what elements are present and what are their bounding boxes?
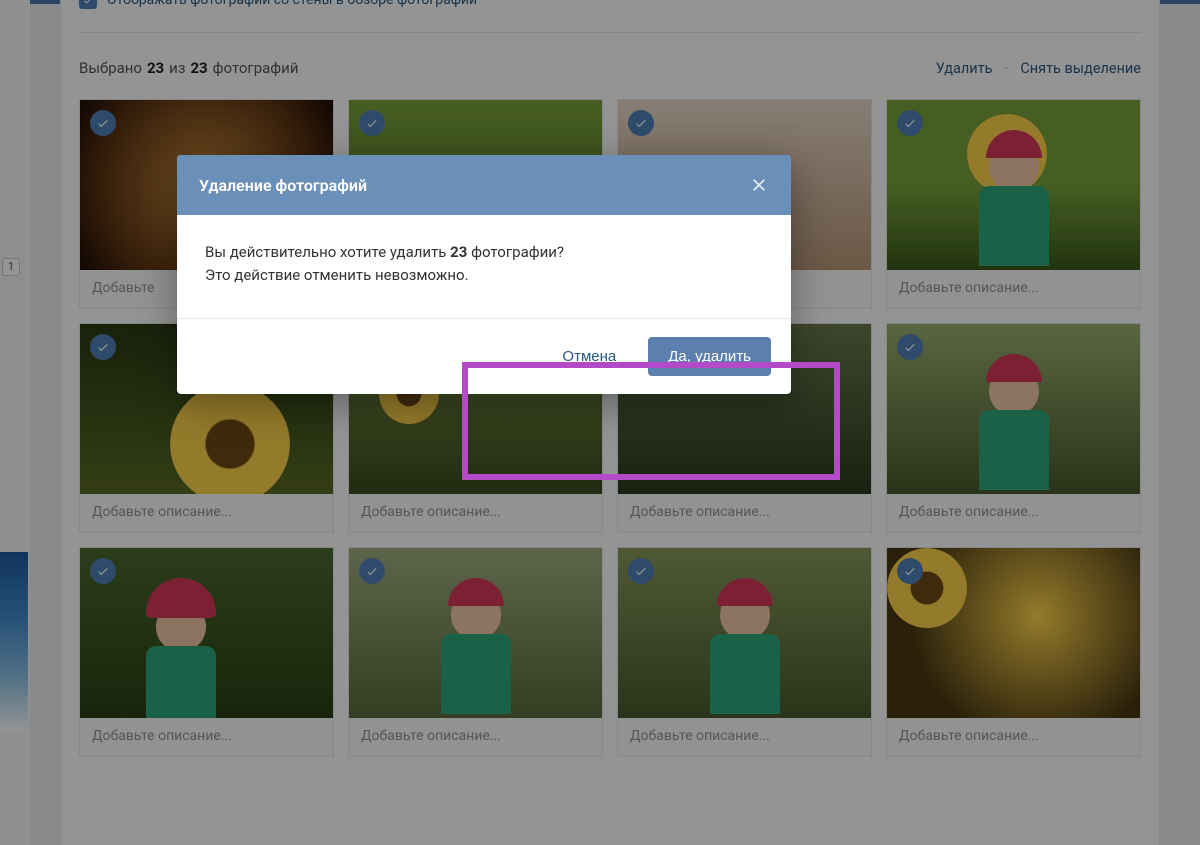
modal-footer: Отмена Да, удалить — [177, 318, 791, 394]
modal-scrim[interactable] — [0, 0, 1200, 845]
modal-q-post: фотографии? — [467, 243, 564, 261]
confirm-delete-button[interactable]: Да, удалить — [648, 337, 771, 376]
modal-q-pre: Вы действительно хотите удалить — [205, 243, 450, 261]
modal-question: Вы действительно хотите удалить 23 фотог… — [205, 241, 763, 264]
modal-q-count: 23 — [450, 243, 467, 261]
modal-title: Удаление фотографий — [199, 176, 367, 195]
cancel-button[interactable]: Отмена — [548, 338, 630, 375]
modal-body: Вы действительно хотите удалить 23 фотог… — [177, 215, 791, 318]
modal-warning: Это действие отменить невозможно. — [205, 264, 763, 287]
delete-photos-modal: Удаление фотографий Вы действительно хот… — [177, 155, 791, 394]
close-icon[interactable] — [749, 175, 769, 195]
modal-header: Удаление фотографий — [177, 155, 791, 215]
